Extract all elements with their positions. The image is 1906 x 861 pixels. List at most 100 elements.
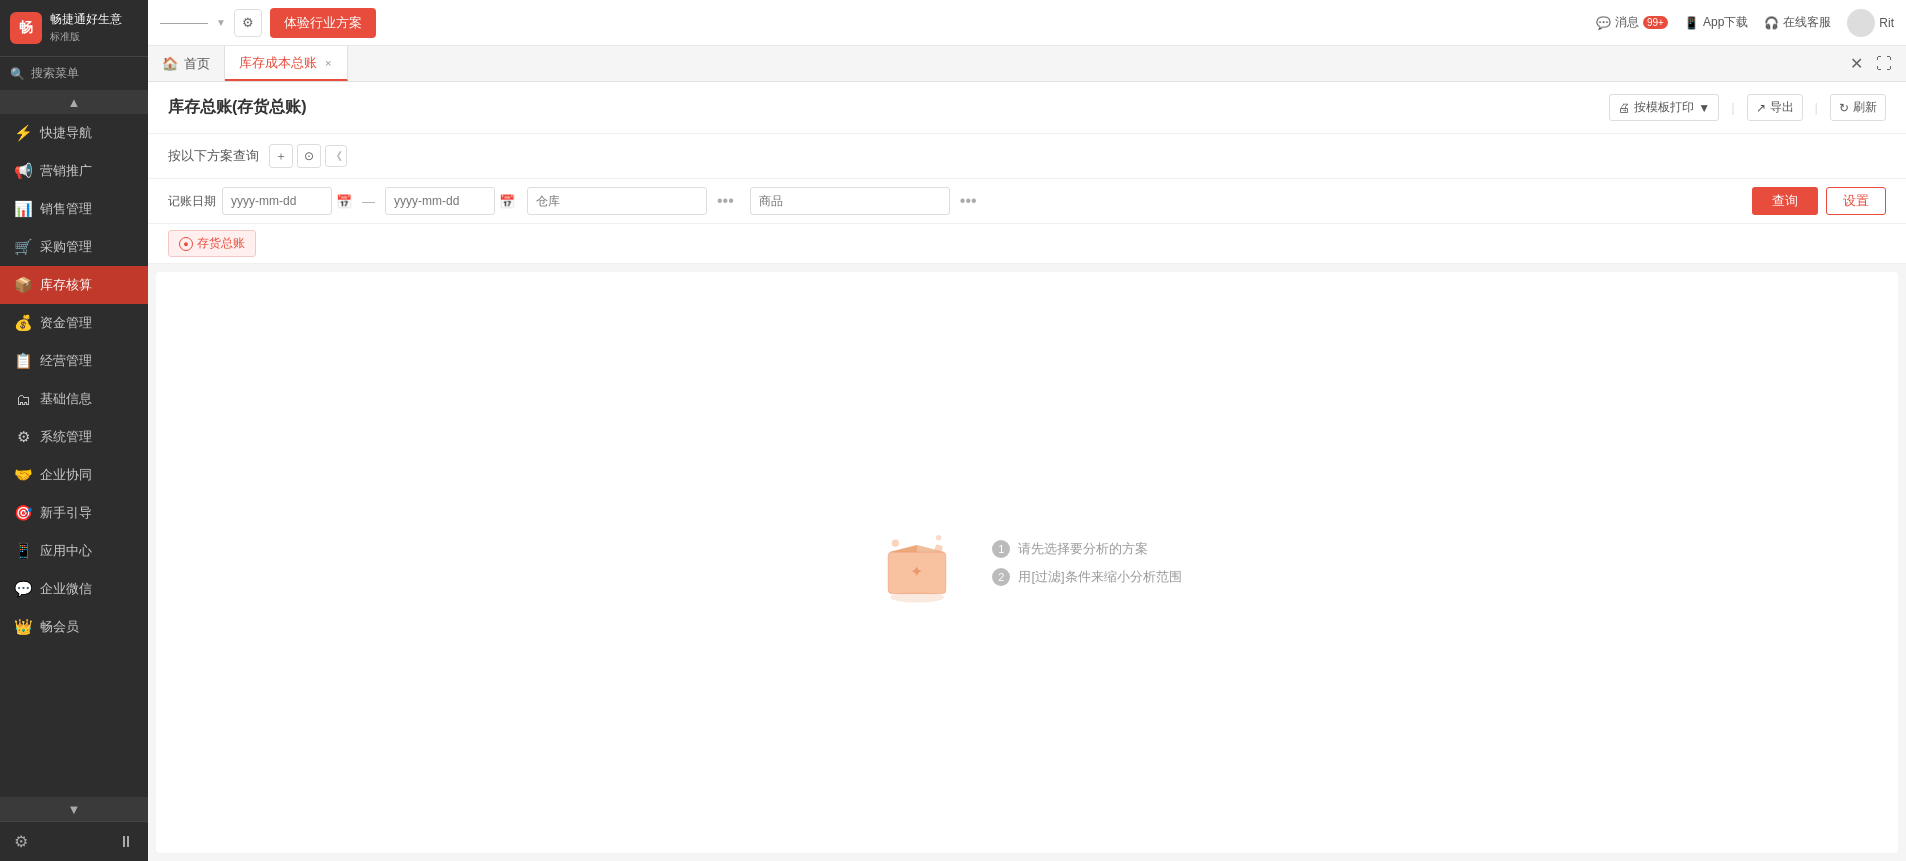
tip-num-1: 1 <box>992 540 1010 558</box>
empty-box-illustration: ✦ <box>872 518 962 608</box>
calendar-end-icon[interactable]: 📅 <box>499 194 515 209</box>
search-icon: 🔍 <box>10 67 25 81</box>
sidebar-item-newbie[interactable]: 🎯 新手引导 <box>0 494 148 532</box>
date-end-input[interactable] <box>385 187 495 215</box>
svg-marker-2 <box>889 545 918 552</box>
filter-settings-btn[interactable]: 设置 <box>1826 187 1886 215</box>
sidebar-item-finance[interactable]: 💰 资金管理 <box>0 304 148 342</box>
tip-num-2: 2 <box>992 568 1010 586</box>
sidebar-item-operations[interactable]: 📋 经营管理 <box>0 342 148 380</box>
svg-text:✦: ✦ <box>910 562 923 580</box>
sidebar-item-label: 基础信息 <box>40 390 92 408</box>
scheme-label: 存货总账 <box>197 235 245 252</box>
online-service-label: 在线客服 <box>1783 14 1831 31</box>
warehouse-filter-group: ••• <box>527 187 738 215</box>
phone-icon: 📱 <box>1684 16 1699 30</box>
date-label: 记账日期 <box>168 193 216 210</box>
svg-point-6 <box>892 539 899 546</box>
edit-filter-btn[interactable]: ⊙ <box>297 144 321 168</box>
main-area: ———— ▼ ⚙ 体验行业方案 💬 消息 99+ 📱 App下载 🎧 在线客服 <box>148 0 1906 861</box>
sidebar-item-apps[interactable]: 📱 应用中心 <box>0 532 148 570</box>
expand-icon[interactable]: ⛶ <box>1870 50 1898 78</box>
scheme-row: ● 存货总账 <box>148 224 1906 264</box>
tip-text-2: 用[过滤]条件来缩小分析范围 <box>1018 568 1181 586</box>
enterprise-icon: 🤝 <box>14 466 32 484</box>
sidebar-item-inventory[interactable]: 📦 库存核算 <box>0 266 148 304</box>
sales-icon: 📊 <box>14 200 32 218</box>
search-menu[interactable]: 🔍 搜索菜单 <box>0 57 148 90</box>
topbar-right: 💬 消息 99+ 📱 App下载 🎧 在线客服 Rit <box>1596 9 1894 37</box>
operations-icon: 📋 <box>14 352 32 370</box>
scroll-down-btn[interactable]: ▼ <box>0 797 148 821</box>
print-btn[interactable]: 🖨 按模板打印 ▼ <box>1609 94 1719 121</box>
sidebar-item-label: 应用中心 <box>40 542 92 560</box>
sidebar-item-label: 快捷导航 <box>40 124 92 142</box>
query-actions: 查询 设置 <box>1752 187 1886 215</box>
online-service-btn[interactable]: 🎧 在线客服 <box>1764 14 1831 31</box>
member-icon: 👑 <box>14 618 32 636</box>
add-filter-btn[interactable]: ＋ <box>269 144 293 168</box>
settings-footer-icon[interactable]: ⚙ <box>14 832 28 851</box>
app-download-label: App下载 <box>1703 14 1748 31</box>
sidebar-item-quick-nav[interactable]: ⚡ 快捷导航 <box>0 114 148 152</box>
marketing-icon: 📢 <box>14 162 32 180</box>
apps-icon: 📱 <box>14 542 32 560</box>
close-panel-icon[interactable]: ✕ <box>1842 50 1870 78</box>
sidebar-item-label: 系统管理 <box>40 428 92 446</box>
sidebar-item-label: 资金管理 <box>40 314 92 332</box>
scheme-icon: ● <box>179 237 193 251</box>
app-download-btn[interactable]: 📱 App下载 <box>1684 14 1748 31</box>
breadcrumb: ———— <box>160 16 208 30</box>
sidebar: 畅 畅捷通好生意 标准版 🔍 搜索菜单 ▲ ⚡ 快捷导航 📢 营销推广 📊 销售… <box>0 0 148 861</box>
filter-label: 按以下方案查询 <box>168 147 259 165</box>
finance-icon: 💰 <box>14 314 32 332</box>
svg-point-7 <box>936 535 941 540</box>
query-btn[interactable]: 查询 <box>1752 187 1818 215</box>
tip-text-1: 请先选择要分析的方案 <box>1018 540 1148 558</box>
page-header: 库存总账(存货总账) 🖨 按模板打印 ▼ | ↗ 导出 | ↻ 刷新 <box>148 82 1906 134</box>
action-separator: | <box>1731 100 1734 115</box>
sidebar-item-label: 畅会员 <box>40 618 79 636</box>
sidebar-item-enterprise[interactable]: 🤝 企业协同 <box>0 456 148 494</box>
sidebar-item-label: 企业协同 <box>40 466 92 484</box>
calendar-start-icon[interactable]: 📅 <box>336 194 352 209</box>
inventory-icon: 📦 <box>14 276 32 294</box>
sidebar-item-marketing[interactable]: 📢 营销推广 <box>0 152 148 190</box>
user-profile[interactable]: Rit <box>1847 9 1894 37</box>
date-start-input[interactable] <box>222 187 332 215</box>
date-separator: — <box>362 194 375 209</box>
sidebar-item-sales[interactable]: 📊 销售管理 <box>0 190 148 228</box>
tab-home[interactable]: 🏠 首页 <box>148 46 225 81</box>
scroll-up-btn[interactable]: ▲ <box>0 90 148 114</box>
collapse-filter-btn[interactable]: 《 <box>325 145 347 167</box>
sidebar-item-member[interactable]: 👑 畅会员 <box>0 608 148 646</box>
warehouse-input[interactable] <box>527 187 707 215</box>
close-tab-icon[interactable]: × <box>323 56 333 70</box>
sidebar-item-wechat[interactable]: 💬 企业微信 <box>0 570 148 608</box>
action-separator2: | <box>1815 100 1818 115</box>
sidebar-item-basic[interactable]: 🗂 基础信息 <box>0 380 148 418</box>
page-title: 库存总账(存货总账) <box>168 97 307 118</box>
scheme-item-inventory-ledger[interactable]: ● 存货总账 <box>168 230 256 257</box>
sidebar-item-label: 销售管理 <box>40 200 92 218</box>
newbie-icon: 🎯 <box>14 504 32 522</box>
tab-inventory-ledger[interactable]: 库存成本总账 × <box>225 46 348 81</box>
refresh-btn[interactable]: ↻ 刷新 <box>1830 94 1886 121</box>
sidebar-item-purchase[interactable]: 🛒 采购管理 <box>0 228 148 266</box>
settings-icon-btn[interactable]: ⚙ <box>234 9 262 37</box>
sidebar-item-label: 采购管理 <box>40 238 92 256</box>
product-more-icon[interactable]: ••• <box>956 192 981 210</box>
messages-btn[interactable]: 💬 消息 99+ <box>1596 14 1668 31</box>
refresh-icon: ↻ <box>1839 101 1849 115</box>
sidebar-item-label: 经营管理 <box>40 352 92 370</box>
wechat-icon: 💬 <box>14 580 32 598</box>
product-input[interactable] <box>750 187 950 215</box>
msg-label: 消息 <box>1615 14 1639 31</box>
filter-bar: 按以下方案查询 ＋ ⊙ 《 <box>148 134 1906 179</box>
industry-btn[interactable]: 体验行业方案 <box>270 8 376 38</box>
sound-icon[interactable]: ⏸ <box>118 833 134 851</box>
sidebar-item-label: 新手引导 <box>40 504 92 522</box>
export-btn[interactable]: ↗ 导出 <box>1747 94 1803 121</box>
sidebar-item-system[interactable]: ⚙ 系统管理 <box>0 418 148 456</box>
warehouse-more-icon[interactable]: ••• <box>713 192 738 210</box>
